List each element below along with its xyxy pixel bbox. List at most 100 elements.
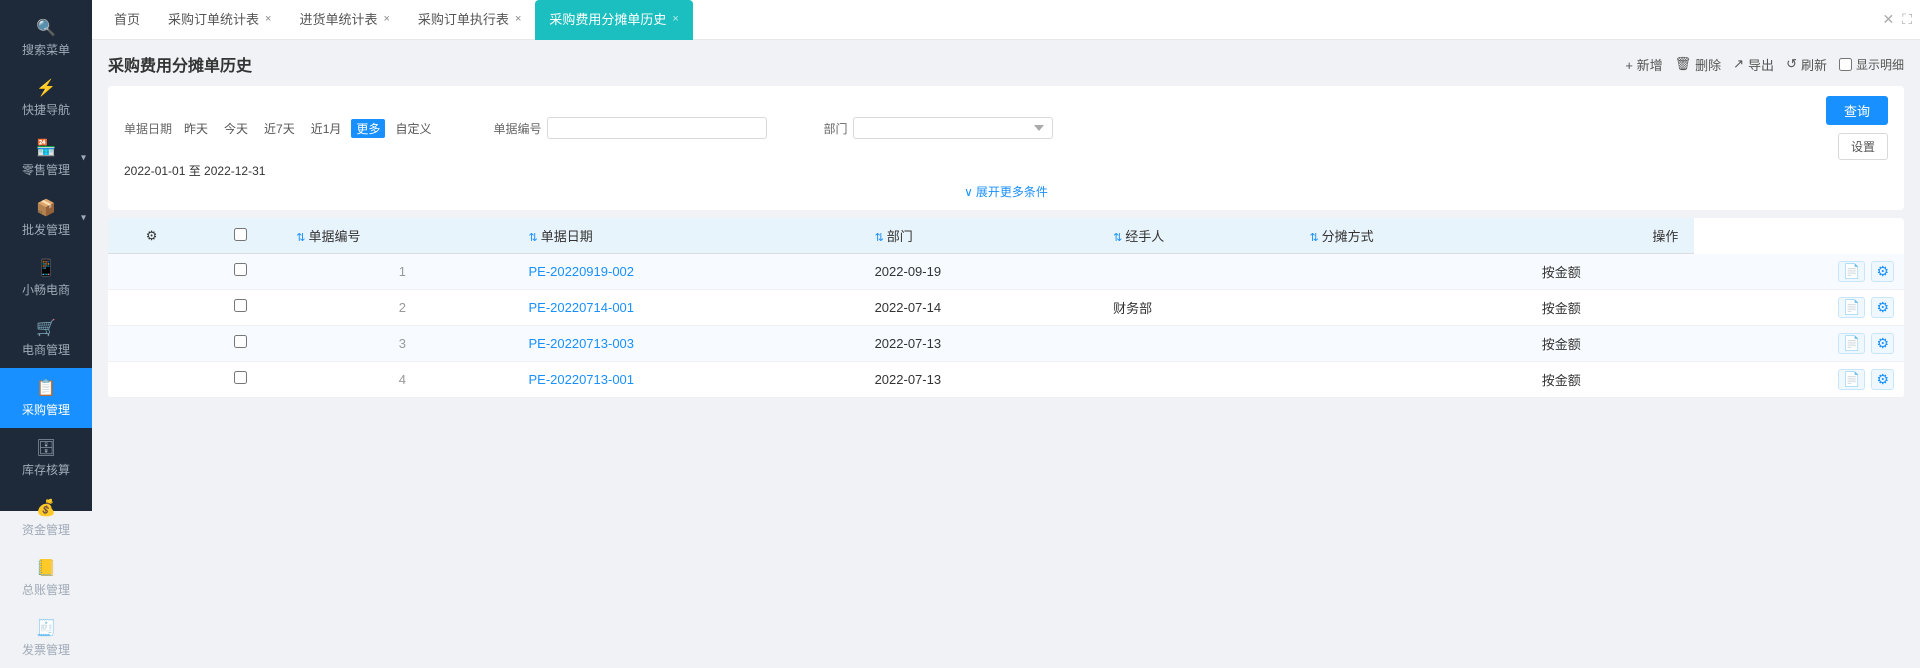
sidebar-icon-finance: 💰 — [4, 498, 88, 518]
tab-close-purchase-order-stats[interactable]: × — [265, 13, 271, 25]
sidebar-icon-inventory: 🗄 — [4, 438, 88, 458]
more-action-0[interactable]: ⚙ — [1871, 261, 1894, 282]
sidebar-item-quicknav[interactable]: ⚡快捷导航 — [0, 68, 92, 128]
maximize-icon[interactable]: ⛶ — [1902, 11, 1912, 28]
more-btn[interactable]: 更多 — [351, 119, 385, 138]
view-action-1[interactable]: 📄 — [1838, 297, 1865, 318]
today-btn[interactable]: 今天 — [218, 118, 254, 139]
tab-purchase-fee-split[interactable]: 采购费用分摊单历史× — [535, 0, 692, 40]
view-action-3[interactable]: 📄 — [1838, 369, 1865, 390]
tab-label-home: 首页 — [114, 9, 140, 28]
arrow-icon: ▾ — [81, 213, 86, 224]
date-filter: 单据日期 昨天 今天 近7天 近1月 更多 自定义 — [124, 118, 437, 139]
row-gear-2 — [108, 325, 195, 361]
refresh-icon: ↺ — [1786, 56, 1797, 72]
row-docnum-0: PE-20220919-002 — [518, 254, 864, 290]
th-settings[interactable]: ⚙ — [108, 218, 195, 254]
docnum-link-2[interactable]: PE-20220713-003 — [528, 336, 634, 351]
dept-label: 部门 — [823, 120, 847, 137]
sidebar-icon-ecommerce: 🛒 — [4, 318, 88, 338]
search-settings-group: 查询 设置 — [1826, 96, 1888, 160]
row-docnum-1: PE-20220714-001 — [518, 289, 864, 325]
row-num-1: 2 — [286, 289, 518, 325]
filter-area: 单据日期 昨天 今天 近7天 近1月 更多 自定义 单据编号 — [108, 86, 1904, 210]
row-date-1: 2022-07-14 — [865, 289, 1103, 325]
docnum-link-3[interactable]: PE-20220713-001 — [528, 372, 634, 387]
tab-close-purchase-order-exec[interactable]: × — [515, 13, 521, 25]
table-row: 3 PE-20220713-003 2022-07-13 按金额 📄 ⚙ — [108, 325, 1904, 361]
custom-btn[interactable]: 自定义 — [389, 118, 437, 139]
select-all-checkbox[interactable] — [234, 228, 247, 241]
sidebar-item-purchase[interactable]: 📋采购管理 — [0, 368, 92, 428]
filter-row-1: 单据日期 昨天 今天 近7天 近1月 更多 自定义 单据编号 — [124, 96, 1888, 160]
row-checkbox-2[interactable] — [195, 325, 286, 361]
tab-controls: ✕ ⛶ — [1882, 11, 1912, 28]
yesterday-btn[interactable]: 昨天 — [178, 118, 214, 139]
row-date-0: 2022-09-19 — [865, 254, 1103, 290]
docnum-link-1[interactable]: PE-20220714-001 — [528, 300, 634, 315]
th-checkbox[interactable] — [195, 218, 286, 254]
show-detail-input[interactable] — [1839, 58, 1852, 71]
docnum-link-0[interactable]: PE-20220919-002 — [528, 264, 634, 279]
row-checkbox-1[interactable] — [195, 289, 286, 325]
date-range-display: 2022-01-01 至 2022-12-31 — [124, 162, 1888, 179]
row-dept-2 — [1103, 325, 1299, 361]
sidebar-item-finance[interactable]: 💰资金管理 — [0, 488, 92, 548]
sidebar-item-ecommerce[interactable]: 🛒电商管理 — [0, 308, 92, 368]
view-action-0[interactable]: 📄 — [1838, 261, 1865, 282]
tab-inbound-stats[interactable]: 进货单统计表 × — [285, 0, 403, 40]
tab-label-purchase-order-exec: 采购订单执行表 — [418, 9, 509, 28]
row-docnum-2: PE-20220713-003 — [518, 325, 864, 361]
search-button[interactable]: 查询 — [1826, 96, 1888, 125]
show-detail-checkbox[interactable]: 显示明细 — [1839, 56, 1904, 73]
refresh-button[interactable]: ↺ 刷新 — [1786, 55, 1827, 74]
sidebar-item-search[interactable]: 🔍搜索菜单 — [0, 8, 92, 68]
row-date-2: 2022-07-13 — [865, 325, 1103, 361]
delete-button[interactable]: 🗑 删除 — [1675, 55, 1722, 74]
1month-btn[interactable]: 近1月 — [305, 118, 348, 139]
row-checkbox-3[interactable] — [195, 361, 286, 397]
add-button[interactable]: + 新增 — [1625, 55, 1662, 74]
sidebar-icon-retail: 🏪 — [4, 138, 88, 158]
content-area: 采购费用分摊单历史 + 新增 🗑 删除 ↗ 导出 ↺ 刷新 显示明细 — [92, 40, 1920, 511]
sidebar: 🔍搜索菜单⚡快捷导航🏪零售管理▾📦批发管理▾📱小畅电商🛒电商管理📋采购管理🗄库存… — [0, 0, 92, 511]
sidebar-item-retail[interactable]: 🏪零售管理▾ — [0, 128, 92, 188]
row-checkbox-0[interactable] — [195, 254, 286, 290]
close-all-icon[interactable]: ✕ — [1882, 11, 1894, 28]
expand-more: ∨ 展开更多条件 — [124, 183, 1888, 200]
arrow-icon: ▾ — [81, 153, 86, 164]
expand-button[interactable]: ∨ 展开更多条件 — [964, 183, 1048, 200]
docnum-input[interactable] — [547, 117, 767, 139]
tab-bar: 首页采购订单统计表×进货单统计表×采购订单执行表×采购费用分摊单历史× ✕ ⛶ — [92, 0, 1920, 40]
th-actions: 操作 — [1532, 218, 1695, 254]
dept-filter: 部门 — [823, 117, 1810, 139]
tab-purchase-order-exec[interactable]: 采购订单执行表 × — [404, 0, 535, 40]
tab-purchase-order-stats[interactable]: 采购订单统计表× — [154, 0, 285, 40]
export-icon: ↗ — [1733, 56, 1744, 72]
view-action-2[interactable]: 📄 — [1838, 333, 1865, 354]
dept-select[interactable] — [853, 117, 1053, 139]
more-action-3[interactable]: ⚙ — [1871, 369, 1894, 390]
settings-button[interactable]: 设置 — [1838, 133, 1888, 160]
table-row: 1 PE-20220919-002 2022-09-19 按金额 📄 ⚙ — [108, 254, 1904, 290]
delete-icon: 🗑 — [1675, 56, 1692, 72]
export-button[interactable]: ↗ 导出 — [1733, 55, 1774, 74]
7days-btn[interactable]: 近7天 — [258, 118, 301, 139]
row-dept-0 — [1103, 254, 1299, 290]
more-action-1[interactable]: ⚙ — [1871, 297, 1894, 318]
row-num-2: 3 — [286, 325, 518, 361]
sidebar-icon-invoice: 🧾 — [4, 618, 88, 638]
row-dept-1: 财务部 — [1103, 289, 1299, 325]
more-action-2[interactable]: ⚙ — [1871, 333, 1894, 354]
tab-close-purchase-fee-split[interactable]: × — [672, 13, 678, 25]
row-actions-3: 📄 ⚙ — [1694, 361, 1904, 397]
sidebar-item-invoice[interactable]: 🧾发票管理 — [0, 608, 92, 668]
tab-close-inbound-stats[interactable]: × — [383, 13, 389, 25]
sidebar-item-mobile[interactable]: 📱小畅电商 — [0, 248, 92, 308]
row-dept-3 — [1103, 361, 1299, 397]
tab-home[interactable]: 首页 — [100, 0, 154, 40]
sidebar-item-inventory[interactable]: 🗄库存核算 — [0, 428, 92, 488]
sidebar-item-ledger[interactable]: 📒总账管理 — [0, 548, 92, 608]
tab-label-inbound-stats: 进货单统计表 — [299, 9, 377, 28]
sidebar-item-wholesale[interactable]: 📦批发管理▾ — [0, 188, 92, 248]
